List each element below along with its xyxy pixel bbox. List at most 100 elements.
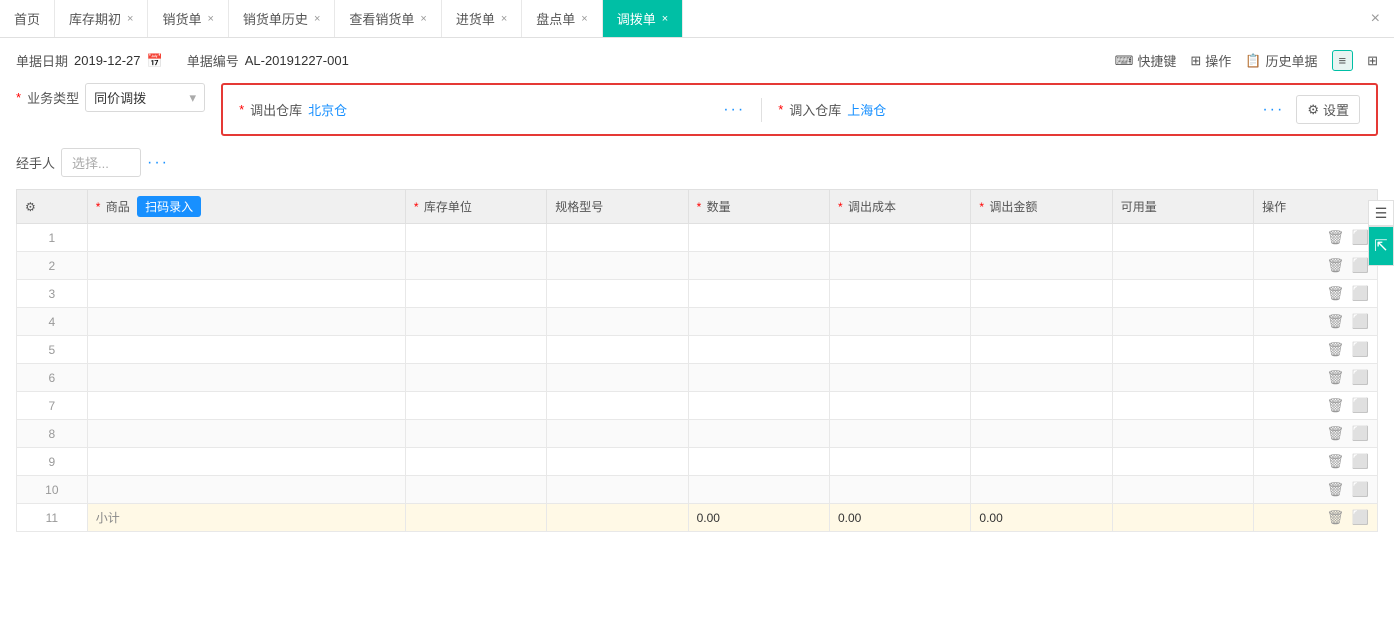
tab-close-purchase[interactable]: × <box>501 13 507 25</box>
tab-view-sales[interactable]: 查看销货单 × <box>335 0 441 37</box>
row-unit-7[interactable] <box>405 392 546 420</box>
scan-button[interactable]: 扫码录入 <box>137 196 201 217</box>
row-spec-4[interactable] <box>547 308 688 336</box>
copy-icon-4[interactable]: ⬜ <box>1352 313 1369 329</box>
operation-button[interactable]: ⊞ 操作 <box>1190 51 1231 70</box>
row-unit-8[interactable] <box>405 420 546 448</box>
col-gear-header[interactable]: ⚙ <box>17 190 88 224</box>
warehouse-in-more-button[interactable]: ··· <box>1262 101 1284 119</box>
row-product-9[interactable] <box>87 448 405 476</box>
row-qty-3[interactable] <box>688 280 829 308</box>
row-product-6[interactable] <box>87 364 405 392</box>
row-qty-2[interactable] <box>688 252 829 280</box>
row-cost-5[interactable] <box>830 336 971 364</box>
row-amount-9[interactable] <box>971 448 1112 476</box>
row-cost-7[interactable] <box>830 392 971 420</box>
shortcut-button[interactable]: ⌨ 快捷键 <box>1115 51 1177 70</box>
row-amount-5[interactable] <box>971 336 1112 364</box>
row-cost-2[interactable] <box>830 252 971 280</box>
row-spec-3[interactable] <box>547 280 688 308</box>
row-amount-1[interactable] <box>971 224 1112 252</box>
row-qty-5[interactable] <box>688 336 829 364</box>
row-unit-4[interactable] <box>405 308 546 336</box>
row-amount-4[interactable] <box>971 308 1112 336</box>
row-amount-8[interactable] <box>971 420 1112 448</box>
tab-close-inventory-init[interactable]: × <box>127 13 133 25</box>
layout1-button[interactable]: ≡ <box>1332 50 1354 71</box>
delete-icon-2[interactable]: 🗑 <box>1326 257 1344 273</box>
delete-icon-1[interactable]: 🗑 <box>1326 229 1344 245</box>
layout2-button[interactable]: ⊞ <box>1367 53 1378 69</box>
row-spec-9[interactable] <box>547 448 688 476</box>
tab-sales-order[interactable]: 销货单 × <box>148 0 228 37</box>
row-spec-10[interactable] <box>547 476 688 504</box>
delete-icon-9[interactable]: 🗑 <box>1326 453 1344 469</box>
copy-icon-10[interactable]: ⬜ <box>1352 481 1369 497</box>
tab-close-sales-history[interactable]: × <box>314 13 320 25</box>
history-button[interactable]: 📋 历史单据 <box>1245 51 1317 70</box>
row-unit-1[interactable] <box>405 224 546 252</box>
tab-inventory-init[interactable]: 库存期初 × <box>55 0 148 37</box>
row-cost-4[interactable] <box>830 308 971 336</box>
row-product-4[interactable] <box>87 308 405 336</box>
delete-icon-11[interactable]: 🗑 <box>1326 509 1344 525</box>
copy-icon-7[interactable]: ⬜ <box>1352 397 1369 413</box>
row-spec-5[interactable] <box>547 336 688 364</box>
copy-icon-9[interactable]: ⬜ <box>1352 453 1369 469</box>
tab-transfer[interactable]: 调拨单 × <box>603 0 683 37</box>
calendar-icon[interactable]: 📅 <box>147 53 163 69</box>
delete-icon-10[interactable]: 🗑 <box>1326 481 1344 497</box>
row-cost-10[interactable] <box>830 476 971 504</box>
row-product-7[interactable] <box>87 392 405 420</box>
tab-close-inventory[interactable]: × <box>581 13 587 25</box>
row-cost-8[interactable] <box>830 420 971 448</box>
settings-button[interactable]: ⚙ 设置 <box>1296 95 1360 124</box>
row-qty-4[interactable] <box>688 308 829 336</box>
row-cost-9[interactable] <box>830 448 971 476</box>
row-unit-5[interactable] <box>405 336 546 364</box>
row-amount-2[interactable] <box>971 252 1112 280</box>
tab-bar-close-button[interactable]: × <box>1357 10 1394 28</box>
row-spec-1[interactable] <box>547 224 688 252</box>
tab-inventory[interactable]: 盘点单 × <box>522 0 602 37</box>
row-cost-3[interactable] <box>830 280 971 308</box>
tab-home[interactable]: 首页 <box>0 0 55 37</box>
biz-type-select[interactable]: 同价调拨 ▾ <box>85 83 205 112</box>
copy-icon-1[interactable]: ⬜ <box>1352 229 1369 245</box>
row-qty-7[interactable] <box>688 392 829 420</box>
delete-icon-7[interactable]: 🗑 <box>1326 397 1344 413</box>
row-unit-6[interactable] <box>405 364 546 392</box>
copy-icon-2[interactable]: ⬜ <box>1352 257 1369 273</box>
handler-select[interactable]: 选择... <box>61 148 141 177</box>
row-amount-3[interactable] <box>971 280 1112 308</box>
row-qty-1[interactable] <box>688 224 829 252</box>
delete-icon-6[interactable]: 🗑 <box>1326 369 1344 385</box>
row-unit-9[interactable] <box>405 448 546 476</box>
row-product-1[interactable] <box>87 224 405 252</box>
row-product-2[interactable] <box>87 252 405 280</box>
delete-icon-5[interactable]: 🗑 <box>1326 341 1344 357</box>
copy-icon-3[interactable]: ⬜ <box>1352 285 1369 301</box>
tab-close-transfer[interactable]: × <box>662 13 668 25</box>
side-expand-button[interactable]: ⇱ <box>1368 226 1394 266</box>
row-amount-7[interactable] <box>971 392 1112 420</box>
delete-icon-3[interactable]: 🗑 <box>1326 285 1344 301</box>
row-spec-2[interactable] <box>547 252 688 280</box>
warehouse-out-more-button[interactable]: ··· <box>723 101 745 119</box>
row-amount-10[interactable] <box>971 476 1112 504</box>
row-qty-6[interactable] <box>688 364 829 392</box>
row-amount-6[interactable] <box>971 364 1112 392</box>
row-product-5[interactable] <box>87 336 405 364</box>
copy-icon-6[interactable]: ⬜ <box>1352 369 1369 385</box>
row-product-10[interactable] <box>87 476 405 504</box>
row-qty-10[interactable] <box>688 476 829 504</box>
copy-icon-5[interactable]: ⬜ <box>1352 341 1369 357</box>
delete-icon-8[interactable]: 🗑 <box>1326 425 1344 441</box>
delete-icon-4[interactable]: 🗑 <box>1326 313 1344 329</box>
tab-close-view-sales[interactable]: × <box>420 13 426 25</box>
tab-sales-history[interactable]: 销货单历史 × <box>229 0 335 37</box>
tab-purchase[interactable]: 进货单 × <box>442 0 522 37</box>
row-unit-2[interactable] <box>405 252 546 280</box>
row-spec-8[interactable] <box>547 420 688 448</box>
row-qty-9[interactable] <box>688 448 829 476</box>
